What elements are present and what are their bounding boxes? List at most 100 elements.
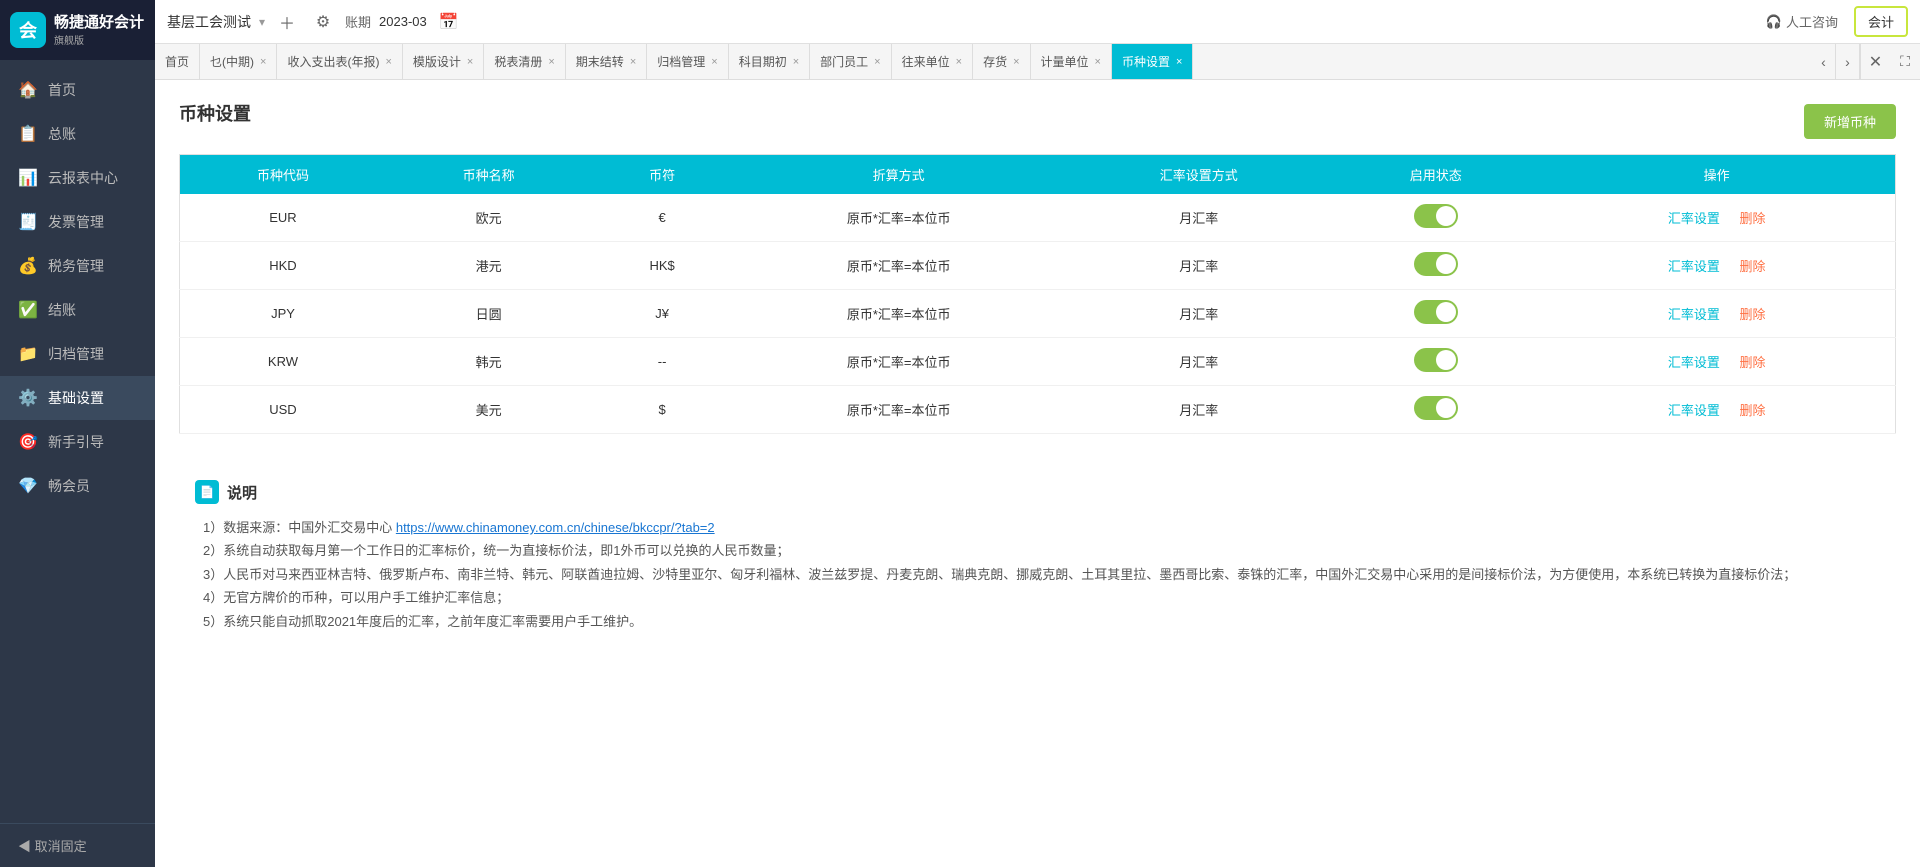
- ledger-icon: 📋: [18, 124, 38, 144]
- tab-close-template[interactable]: ×: [467, 56, 473, 68]
- tab-dept[interactable]: 部门员工×: [810, 44, 891, 79]
- headset-icon: 🎧: [1766, 14, 1782, 30]
- tab-close-closing[interactable]: ×: [630, 56, 636, 68]
- sidebar-footer[interactable]: ◀ 取消固定: [0, 823, 155, 867]
- tab-close-income[interactable]: ×: [385, 56, 391, 68]
- rate-setting-link-3[interactable]: 汇率设置: [1668, 355, 1720, 370]
- sidebar-item-ledger[interactable]: 📋总账: [0, 112, 155, 156]
- cell-code-1: HKD: [180, 242, 386, 290]
- help-btn[interactable]: 🎧 人工咨询: [1766, 12, 1838, 31]
- sidebar-item-tax[interactable]: 💰税务管理: [0, 244, 155, 288]
- note-link[interactable]: https://www.chinamoney.com.cn/chinese/bk…: [396, 520, 715, 535]
- delete-link-1[interactable]: 删除: [1740, 259, 1766, 274]
- tab-inventory[interactable]: 存货×: [973, 44, 1030, 79]
- new-currency-btn[interactable]: 新增币种: [1804, 104, 1896, 139]
- tab-period[interactable]: 乜(中期) ×: [200, 44, 277, 79]
- tab-next-btn[interactable]: ›: [1836, 44, 1860, 79]
- delete-link-4[interactable]: 删除: [1740, 403, 1766, 418]
- sidebar-label-tax: 税务管理: [48, 256, 104, 276]
- sidebar-item-settings[interactable]: ⚙️基础设置: [0, 376, 155, 420]
- help-label: 人工咨询: [1786, 12, 1838, 31]
- cell-symbol-1: HK$: [591, 242, 733, 290]
- delete-link-3[interactable]: 删除: [1740, 355, 1766, 370]
- delete-link-0[interactable]: 删除: [1740, 211, 1766, 226]
- delete-link-2[interactable]: 删除: [1740, 307, 1766, 322]
- tab-archive[interactable]: 归档管理×: [647, 44, 728, 79]
- tab-tax[interactable]: 税表清册×: [484, 44, 565, 79]
- close-all-tabs-btn[interactable]: ✕: [1860, 44, 1890, 79]
- table-header-row: 币种代码 币种名称 币符 折算方式 汇率设置方式 启用状态 操作: [180, 155, 1896, 195]
- account-btn[interactable]: 会计: [1854, 6, 1908, 37]
- sidebar-item-guide[interactable]: 🎯新手引导: [0, 420, 155, 464]
- note-title-text: 说明: [227, 482, 257, 503]
- rate-setting-link-0[interactable]: 汇率设置: [1668, 211, 1720, 226]
- sidebar-item-invoice[interactable]: 🧾发票管理: [0, 200, 155, 244]
- cell-toggle-0[interactable]: [1333, 194, 1538, 242]
- tab-prev-btn[interactable]: ‹: [1812, 44, 1836, 79]
- toggle-0[interactable]: [1414, 204, 1458, 228]
- tab-close-partner[interactable]: ×: [956, 56, 962, 68]
- cell-code-0: EUR: [180, 194, 386, 242]
- tab-closing[interactable]: 期末结转×: [566, 44, 647, 79]
- cell-toggle-1[interactable]: [1333, 242, 1538, 290]
- sidebar-label-settings: 基础设置: [48, 388, 104, 408]
- home-icon: 🏠: [18, 80, 38, 100]
- guide-icon: 🎯: [18, 432, 38, 452]
- tab-subject[interactable]: 科目期初×: [729, 44, 810, 79]
- project-dropdown-icon[interactable]: ▾: [259, 15, 265, 29]
- note-item-1: 2）系统自动获取每月第一个工作日的汇率标价，统一为直接标价法，即1外币可以兑换的…: [203, 539, 1880, 562]
- cell-toggle-3[interactable]: [1333, 338, 1538, 386]
- toggle-2[interactable]: [1414, 300, 1458, 324]
- tab-currency[interactable]: 币种设置 ×: [1112, 44, 1193, 79]
- cell-actions-3: 汇率设置 删除: [1538, 338, 1895, 386]
- cell-conversion-1: 原币*汇率=本位币: [733, 242, 1064, 290]
- tab-close-tax[interactable]: ×: [548, 56, 554, 68]
- tab-template[interactable]: 模版设计×: [403, 44, 484, 79]
- rate-setting-link-1[interactable]: 汇率设置: [1668, 259, 1720, 274]
- cell-symbol-4: $: [591, 386, 733, 434]
- tab-close-currency[interactable]: ×: [1176, 56, 1182, 68]
- col-rate-type: 汇率设置方式: [1064, 155, 1333, 195]
- tab-partner[interactable]: 往来单位×: [892, 44, 973, 79]
- expand-btn[interactable]: ⛶: [1890, 44, 1920, 79]
- tab-home[interactable]: 首页: [155, 44, 200, 79]
- toggle-3[interactable]: [1414, 348, 1458, 372]
- calendar-icon[interactable]: 📅: [435, 8, 463, 36]
- tab-unit[interactable]: 计量单位×: [1031, 44, 1112, 79]
- sidebar-item-reports[interactable]: 📊云报表中心: [0, 156, 155, 200]
- cell-conversion-4: 原币*汇率=本位币: [733, 386, 1064, 434]
- cell-rate-3: 月汇率: [1064, 338, 1333, 386]
- toggle-1[interactable]: [1414, 252, 1458, 276]
- sidebar-label-reports: 云报表中心: [48, 168, 118, 188]
- cell-toggle-2[interactable]: [1333, 290, 1538, 338]
- tab-close-subject[interactable]: ×: [793, 56, 799, 68]
- cell-actions-2: 汇率设置 删除: [1538, 290, 1895, 338]
- note-item-2: 3）人民币对马来西亚林吉特、俄罗斯卢布、南非兰特、韩元、阿联酋迪拉姆、沙特里亚尔…: [203, 563, 1880, 586]
- tab-close-unit[interactable]: ×: [1095, 56, 1101, 68]
- tab-label-period: 乜(中期): [210, 53, 254, 70]
- tab-close-archive[interactable]: ×: [711, 56, 717, 68]
- settings-btn[interactable]: ⚙: [309, 8, 337, 36]
- sidebar-item-member[interactable]: 💎畅会员: [0, 464, 155, 508]
- cell-toggle-4[interactable]: [1333, 386, 1538, 434]
- tab-label-currency: 币种设置: [1122, 53, 1170, 70]
- toggle-4[interactable]: [1414, 396, 1458, 420]
- cell-code-3: KRW: [180, 338, 386, 386]
- add-tab-btn[interactable]: ＋: [273, 8, 301, 36]
- cell-name-2: 日圆: [386, 290, 591, 338]
- sidebar-item-home[interactable]: 🏠首页: [0, 68, 155, 112]
- rate-setting-link-4[interactable]: 汇率设置: [1668, 403, 1720, 418]
- sidebar-item-archive[interactable]: 📁归档管理: [0, 332, 155, 376]
- note-section: 📄 说明 1）数据来源：中国外汇交易中心 https://www.chinamo…: [179, 464, 1896, 649]
- tab-close-inventory[interactable]: ×: [1013, 56, 1019, 68]
- cell-actions-4: 汇率设置 删除: [1538, 386, 1895, 434]
- tab-income[interactable]: 收入支出表(年报) ×: [277, 44, 402, 79]
- sidebar-item-closing[interactable]: ✅结账: [0, 288, 155, 332]
- rate-setting-link-2[interactable]: 汇率设置: [1668, 307, 1720, 322]
- tab-close-dept[interactable]: ×: [874, 56, 880, 68]
- note-list: 1）数据来源：中国外汇交易中心 https://www.chinamoney.c…: [195, 516, 1880, 633]
- tab-label-income: 收入支出表(年报): [287, 53, 379, 70]
- sidebar-logo: 会 畅捷通好会计 旗舰版: [0, 0, 155, 60]
- table-row: EUR 欧元 € 原币*汇率=本位币 月汇率 汇率设置 删除: [180, 194, 1896, 242]
- tab-close-period[interactable]: ×: [260, 56, 266, 68]
